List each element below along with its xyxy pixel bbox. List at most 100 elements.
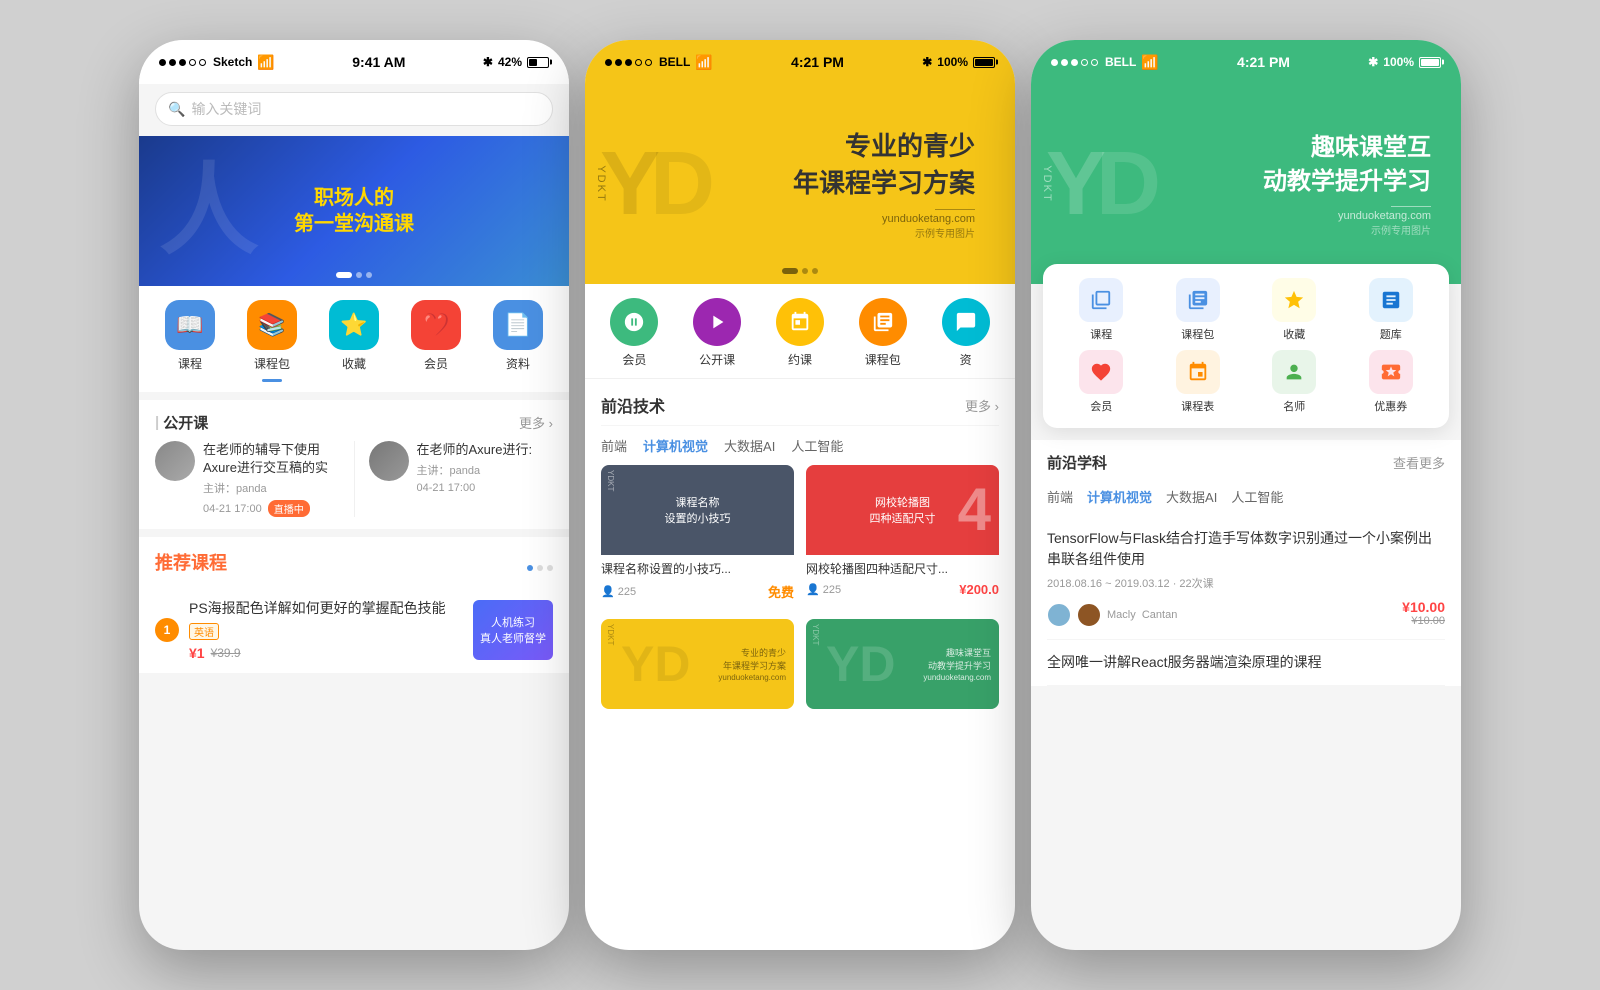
section2-more[interactable]: 更多 ›	[965, 396, 999, 415]
nav2-public[interactable]: 公开课	[693, 298, 741, 368]
nav2-member[interactable]: 会员	[610, 298, 658, 368]
nav3-member-label: 会员	[1090, 398, 1112, 414]
bdot-2	[802, 268, 808, 274]
nav-item-favorites[interactable]: ⭐ 收藏	[329, 300, 379, 382]
status-right-3: ✱ 100%	[1368, 55, 1441, 69]
tab-bigdata-3[interactable]: 大数据AI	[1166, 487, 1217, 506]
time-1: 9:41 AM	[352, 54, 405, 70]
grid-card-2[interactable]: 网校轮播图四种适配尺寸 4 网校轮播图四种适配尺寸... 👤 225 ¥200.…	[806, 465, 999, 607]
nav-item-member[interactable]: ❤️ 会员	[411, 300, 461, 382]
thumb-text-1: 课程名称设置的小技巧	[659, 488, 737, 532]
nav-item-package[interactable]: 📚 课程包	[247, 300, 297, 382]
public-more[interactable]: 更多 ›	[519, 413, 553, 432]
wifi-icon-3: 📶	[1141, 54, 1158, 71]
section3-header: 前沿学科 查看更多	[1047, 440, 1445, 481]
grid-card-title-1: 课程名称设置的小技巧...	[601, 561, 794, 578]
course3-title-1: TensorFlow与Flask结合打造手写体数字识别通过一个小案例出串联各组件…	[1047, 528, 1445, 570]
nav3-teacher[interactable]: 名师	[1272, 350, 1316, 414]
nav3-package-label: 课程包	[1181, 326, 1214, 342]
banner-sample-2: 示例专用图片	[793, 225, 975, 240]
grid-card-4[interactable]: 趣味课堂互动教学提升学习yunduoketang.com YDKT YD	[806, 619, 999, 709]
course-time-1: 04-21 17:00	[203, 503, 262, 515]
s3-dot-3	[1071, 59, 1078, 66]
course3-card-1[interactable]: TensorFlow与Flask结合打造手写体数字识别通过一个小案例出串联各组件…	[1047, 516, 1445, 640]
live-badge-1: 直播中	[268, 500, 310, 517]
nav3-favorites[interactable]: 收藏	[1272, 278, 1316, 342]
battery-text-2: 100%	[937, 55, 968, 69]
rec-dot-2	[547, 565, 553, 571]
grid-price-1: 免费	[768, 582, 794, 601]
favorites-icon: ⭐	[329, 300, 379, 350]
rec-dot-active	[527, 565, 533, 571]
tab-ai-2[interactable]: 人工智能	[791, 436, 843, 455]
nav3-member[interactable]: 会员	[1079, 350, 1123, 414]
search-input-1[interactable]: 🔍 输入关键词	[155, 92, 553, 126]
nav3-member-icon	[1079, 350, 1123, 394]
nav3-question[interactable]: 题库	[1369, 278, 1413, 342]
nav2-material[interactable]: 资	[942, 298, 990, 368]
tab-frontend-2[interactable]: 前端	[601, 436, 627, 455]
signal-dot-5	[199, 59, 206, 66]
nav2-member-icon	[610, 298, 658, 346]
nav3-course[interactable]: 课程	[1079, 278, 1123, 342]
nav3-question-icon	[1369, 278, 1413, 322]
banner-title-2: 专业的青少年课程学习方案	[793, 128, 975, 201]
public-header: | 公开课 更多 ›	[139, 400, 569, 441]
section3-more[interactable]: 查看更多	[1393, 453, 1445, 472]
signal-dot-2	[169, 59, 176, 66]
recommend-header: 推荐课程	[155, 549, 553, 587]
course3-instructors-1: Macly Cantan	[1047, 603, 1177, 627]
recommend-card[interactable]: 1 PS海报配色详解如何更好的掌握配色技能 英语 ¥1 ¥39.9 人机练习真人…	[155, 599, 553, 661]
nav2-booking[interactable]: 约课	[776, 298, 824, 368]
nav3-course-label: 课程	[1090, 326, 1112, 342]
nav3-schedule-label: 课程表	[1181, 398, 1214, 414]
d-letter-3: D	[1096, 139, 1161, 229]
tab-cv-2[interactable]: 计算机视觉	[643, 436, 708, 455]
tab-frontend-3[interactable]: 前端	[1047, 487, 1073, 506]
nav3-coupon-label: 优惠券	[1374, 398, 1407, 414]
section-bar-icon: |	[155, 414, 159, 431]
course3-card-2[interactable]: 全网唯一讲解React服务器端渲染原理的课程	[1047, 640, 1445, 686]
signal-dot-3	[179, 59, 186, 66]
search-icon-1: 🔍	[168, 101, 185, 118]
avatar-macly	[1047, 603, 1071, 627]
tab-cv-3[interactable]: 计算机视觉	[1087, 487, 1152, 506]
nav-item-course[interactable]: 📖 课程	[165, 300, 215, 382]
nav-item-material[interactable]: 📄 资料	[493, 300, 543, 382]
rec-thumb: 人机练习真人老师督学	[473, 600, 553, 660]
course-time-row-2: 04-21 17:00	[417, 482, 554, 494]
course3-bottom-1: Macly Cantan ¥10.00 ¥10.00	[1047, 599, 1445, 627]
nav-label-course: 课程	[178, 355, 202, 372]
course-card-1[interactable]: 在老师的辅导下使用Axure进行交互稿的实 主讲：panda 04-21 17:…	[155, 441, 340, 517]
wifi-icon-1: 📶	[257, 54, 274, 71]
course-divider	[354, 441, 355, 517]
nav3-coupon[interactable]: 优惠券	[1369, 350, 1413, 414]
nav3-schedule[interactable]: 课程表	[1176, 350, 1220, 414]
tab-bigdata-2[interactable]: 大数据AI	[724, 436, 775, 455]
nav2-booking-label: 约课	[788, 351, 812, 368]
grid-card-3[interactable]: 专业的青少年课程学习方案yunduoketang.com YDKT YD	[601, 619, 794, 709]
battery-icon-2	[973, 57, 995, 68]
course3-title-2: 全网唯一讲解React服务器端渲染原理的课程	[1047, 652, 1445, 673]
battery-icon-1	[527, 57, 549, 68]
nav3-course-icon	[1079, 278, 1123, 322]
time-2: 4:21 PM	[791, 54, 844, 70]
tab-ai-3[interactable]: 人工智能	[1231, 487, 1283, 506]
nav-indicator	[262, 379, 282, 382]
carrier-3: BELL	[1105, 55, 1136, 69]
material-icon: 📄	[493, 300, 543, 350]
grid-card-info-2: 网校轮播图四种适配尺寸... 👤 225 ¥200.0	[806, 555, 999, 603]
nav2-packages[interactable]: 课程包	[859, 298, 907, 368]
grid-price-2: ¥200.0	[959, 582, 999, 597]
nav3-teacher-icon	[1272, 350, 1316, 394]
nav3-teacher-label: 名师	[1283, 398, 1305, 414]
nav2-packages-icon	[859, 298, 907, 346]
rec-info: PS海报配色详解如何更好的掌握配色技能 英语 ¥1 ¥39.9	[189, 599, 463, 661]
banner-line-2	[935, 209, 975, 210]
course-card-2[interactable]: 在老师的Axure进行: 主讲：panda 04-21 17:00	[369, 441, 554, 517]
nav3-package[interactable]: 课程包	[1176, 278, 1220, 342]
nav2-packages-label: 课程包	[865, 351, 901, 368]
grid-card-1[interactable]: 课程名称设置的小技巧 YDKT 课程名称设置的小技巧... 👤 225 免费	[601, 465, 794, 607]
recommend-section: 推荐课程 1 PS海报配色详解如何更好的掌握配色技能 英语 ¥1 ¥39.9	[139, 537, 569, 673]
price-new: ¥1	[189, 645, 205, 661]
